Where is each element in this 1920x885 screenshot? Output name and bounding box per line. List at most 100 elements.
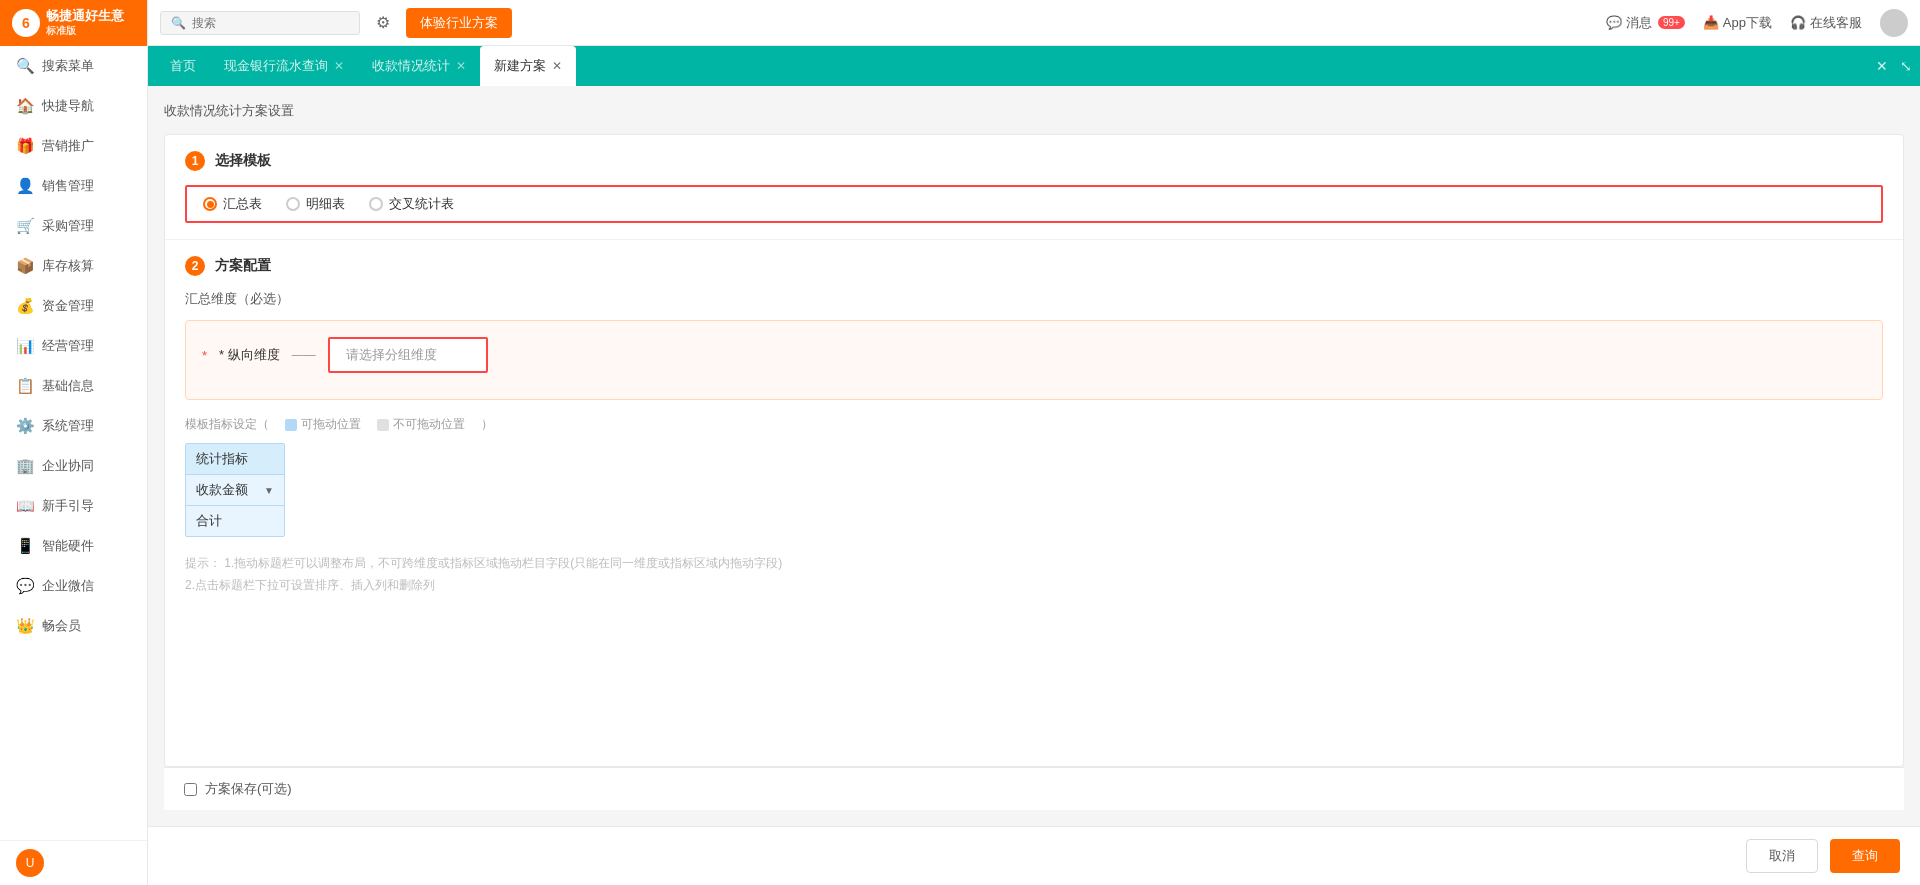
template-cross[interactable]: 交叉统计表 bbox=[369, 195, 454, 213]
tab-label: 现金银行流水查询 bbox=[224, 57, 328, 75]
sidebar-item-basic-info[interactable]: 📋 基础信息 bbox=[0, 366, 147, 406]
tab-label: 首页 bbox=[170, 57, 196, 75]
sidebar-item-label: 企业协同 bbox=[42, 457, 94, 475]
sidebar-item-finance[interactable]: 💰 资金管理 bbox=[0, 286, 147, 326]
tab-home[interactable]: 首页 bbox=[156, 46, 210, 86]
legend-draggable-label: 可拖动位置 bbox=[301, 416, 361, 433]
dimension-required-mark: * bbox=[202, 348, 207, 363]
book-icon: 📖 bbox=[16, 497, 34, 515]
sidebar-item-quick-nav[interactable]: 🏠 快捷导航 bbox=[0, 86, 147, 126]
indicator-settings: 模板指标设定（ 可拖动位置 不可拖动位置 ） 统计指标 bbox=[185, 416, 1883, 537]
sidebar-nav: 🔍 搜索菜单 🏠 快捷导航 🎁 营销推广 👤 销售管理 🛒 采购管理 📦 库存核… bbox=[0, 46, 147, 840]
header-right: 💬 消息 99+ 📥 App下载 🎧 在线客服 bbox=[1606, 9, 1908, 37]
sidebar-item-purchase[interactable]: 🛒 采购管理 bbox=[0, 206, 147, 246]
sidebar: 6 畅捷通好生意 标准版 🔍 搜索菜单 🏠 快捷导航 🎁 营销推广 👤 销售管理… bbox=[0, 0, 148, 885]
tab-new-plan[interactable]: 新建方案 ✕ bbox=[480, 46, 576, 86]
legend-dot-fixed bbox=[377, 419, 389, 431]
indicator-block-subheader[interactable]: 收款金额 ▼ bbox=[186, 475, 284, 506]
support-label: 在线客服 bbox=[1810, 14, 1862, 32]
tab-close-icon[interactable]: ✕ bbox=[334, 59, 344, 73]
indicator-block-name: 收款金额 bbox=[196, 481, 248, 499]
building-icon: 🏢 bbox=[16, 457, 34, 475]
dimension-placeholder: 请选择分组维度 bbox=[346, 346, 437, 364]
user-icon: 👤 bbox=[16, 177, 34, 195]
radio-summary[interactable] bbox=[203, 197, 217, 211]
tips-section: 提示： 1.拖动标题栏可以调整布局，不可跨维度或指标区域拖动栏目字段(只能在同一… bbox=[185, 553, 1883, 596]
support-item[interactable]: 🎧 在线客服 bbox=[1790, 14, 1862, 32]
chat-icon: 💬 bbox=[16, 577, 34, 595]
legend-fixed: 不可拖动位置 bbox=[377, 416, 465, 433]
search-icon: 🔍 bbox=[171, 16, 186, 30]
legend-draggable: 可拖动位置 bbox=[285, 416, 361, 433]
query-button[interactable]: 查询 bbox=[1830, 839, 1900, 873]
sidebar-item-system[interactable]: ⚙️ 系统管理 bbox=[0, 406, 147, 446]
money-icon: 💰 bbox=[16, 297, 34, 315]
search-icon: 🔍 bbox=[16, 57, 34, 75]
tab-close-icon[interactable]: ✕ bbox=[552, 59, 562, 73]
sidebar-item-corp[interactable]: 🏢 企业协同 bbox=[0, 446, 147, 486]
save-checkbox[interactable] bbox=[184, 783, 197, 796]
template-detail-label: 明细表 bbox=[306, 195, 345, 213]
dimension-arrow: —— bbox=[292, 348, 316, 362]
tab-bank-flow[interactable]: 现金银行流水查询 ✕ bbox=[210, 46, 358, 86]
sidebar-item-search[interactable]: 🔍 搜索菜单 bbox=[0, 46, 147, 86]
sidebar-item-corp-wechat[interactable]: 💬 企业微信 bbox=[0, 566, 147, 606]
sidebar-item-label: 智能硬件 bbox=[42, 537, 94, 555]
radio-cross[interactable] bbox=[369, 197, 383, 211]
sidebar-item-member[interactable]: 👑 畅会员 bbox=[0, 606, 147, 646]
tab-close-icon[interactable]: ✕ bbox=[456, 59, 466, 73]
settings-icon[interactable]: ⚙ bbox=[376, 13, 390, 32]
sidebar-item-inventory[interactable]: 📦 库存核算 bbox=[0, 246, 147, 286]
step1-section: 1 选择模板 汇总表 明细表 bbox=[165, 135, 1903, 240]
message-label: 消息 bbox=[1626, 14, 1652, 32]
industry-btn[interactable]: 体验行业方案 bbox=[406, 8, 512, 38]
header-avatar[interactable] bbox=[1880, 9, 1908, 37]
sidebar-item-sales[interactable]: 👤 销售管理 bbox=[0, 166, 147, 206]
user-avatar: U bbox=[16, 849, 44, 877]
radio-detail[interactable] bbox=[286, 197, 300, 211]
message-item[interactable]: 💬 消息 99+ bbox=[1606, 14, 1685, 32]
save-section: 方案保存(可选) bbox=[164, 767, 1904, 810]
sidebar-item-smart-hw[interactable]: 📱 智能硬件 bbox=[0, 526, 147, 566]
sidebar-item-operation[interactable]: 📊 经营管理 bbox=[0, 326, 147, 366]
legend-fixed-label: 不可拖动位置 bbox=[393, 416, 465, 433]
legend-close-paren: ） bbox=[481, 416, 493, 433]
template-summary[interactable]: 汇总表 bbox=[203, 195, 262, 213]
content-area: 收款情况统计方案设置 1 选择模板 汇总表 bbox=[148, 86, 1920, 826]
download-icon: 📥 bbox=[1703, 15, 1719, 30]
mobile-icon: 📱 bbox=[16, 537, 34, 555]
chart-icon: 📊 bbox=[16, 337, 34, 355]
tab-label: 新建方案 bbox=[494, 57, 546, 75]
step1-title: 选择模板 bbox=[215, 152, 271, 170]
sidebar-item-guide[interactable]: 📖 新手引导 bbox=[0, 486, 147, 526]
search-box[interactable]: 🔍 bbox=[160, 11, 360, 35]
tip-line-1: 提示： 1.拖动标题栏可以调整布局，不可跨维度或指标区域拖动栏目字段(只能在同一… bbox=[185, 553, 1883, 575]
sidebar-logo: 6 畅捷通好生意 标准版 bbox=[0, 0, 147, 46]
cancel-button[interactable]: 取消 bbox=[1746, 839, 1818, 873]
sidebar-item-label: 新手引导 bbox=[42, 497, 94, 515]
step1-header: 1 选择模板 bbox=[185, 151, 1883, 171]
template-detail[interactable]: 明细表 bbox=[286, 195, 345, 213]
maximize-icon[interactable]: ⤡ bbox=[1900, 58, 1912, 74]
sidebar-item-label: 基础信息 bbox=[42, 377, 94, 395]
search-input[interactable] bbox=[192, 16, 332, 30]
message-icon: 💬 bbox=[1606, 15, 1622, 30]
message-badge: 99+ bbox=[1658, 16, 1685, 29]
gear-icon: ⚙️ bbox=[16, 417, 34, 435]
indicator-settings-label: 模板指标设定（ bbox=[185, 416, 269, 433]
tab-receipt-stats[interactable]: 收款情况统计 ✕ bbox=[358, 46, 480, 86]
sidebar-item-marketing[interactable]: 🎁 营销推广 bbox=[0, 126, 147, 166]
step2-badge: 2 bbox=[185, 256, 205, 276]
tip-line-2: 2.点击标题栏下拉可设置排序、插入列和删除列 bbox=[185, 575, 1883, 597]
sidebar-item-label: 搜索菜单 bbox=[42, 57, 94, 75]
close-window-icon[interactable]: ✕ bbox=[1876, 58, 1888, 74]
radio-inner-summary bbox=[207, 201, 214, 208]
sidebar-item-label: 资金管理 bbox=[42, 297, 94, 315]
indicator-block-body: 合计 bbox=[186, 506, 284, 536]
tab-label: 收款情况统计 bbox=[372, 57, 450, 75]
sidebar-item-label: 快捷导航 bbox=[42, 97, 94, 115]
download-item[interactable]: 📥 App下载 bbox=[1703, 14, 1772, 32]
indicator-block-header: 统计指标 bbox=[186, 444, 284, 475]
dimension-input[interactable]: 请选择分组维度 bbox=[328, 337, 488, 373]
main-area: 🔍 ⚙ 体验行业方案 💬 消息 99+ 📥 App下载 🎧 在线客服 首页 bbox=[148, 0, 1920, 885]
